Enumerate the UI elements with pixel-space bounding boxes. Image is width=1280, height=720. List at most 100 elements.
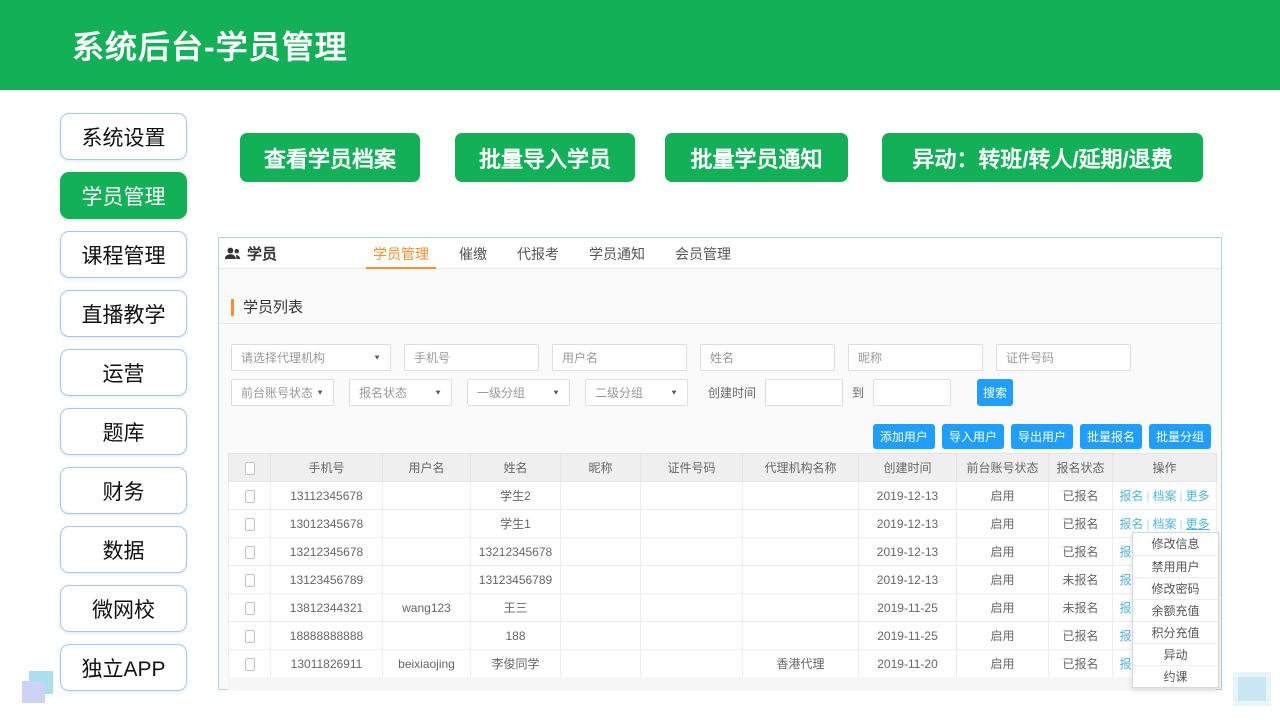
caret-down-icon: ▼ xyxy=(373,354,381,362)
menu-item[interactable]: 禁用用户 xyxy=(1133,555,1218,577)
cell-username: beixiaojing xyxy=(383,650,471,678)
table-footer-strip xyxy=(228,677,1216,691)
checkbox-cell xyxy=(229,482,271,510)
users-icon xyxy=(224,247,241,260)
cell-signup-status: 未报名 xyxy=(1049,566,1113,594)
sidebar-item[interactable]: 运营 xyxy=(60,349,187,396)
link-separator: | xyxy=(1146,517,1149,531)
filter-row-1: 请选择代理机构▼ xyxy=(231,344,1131,371)
filter-input-phone[interactable] xyxy=(404,344,539,371)
row-checkbox[interactable] xyxy=(245,546,255,559)
quick-action-button[interactable]: 批量学员通知 xyxy=(665,133,848,182)
quick-action-button[interactable]: 查看学员档案 xyxy=(240,133,420,182)
page-title: 系统后台-学员管理 xyxy=(72,22,348,68)
sidebar-item[interactable]: 课程管理 xyxy=(60,231,187,278)
row-checkbox[interactable] xyxy=(245,518,255,531)
tab[interactable]: 催缴 xyxy=(444,238,502,269)
action-link-profile[interactable]: 档案 xyxy=(1152,489,1176,503)
checkbox-cell xyxy=(229,510,271,538)
cell-agency xyxy=(743,510,859,538)
action-link-more[interactable]: 更多 xyxy=(1186,517,1210,531)
menu-item[interactable]: 修改信息 xyxy=(1133,533,1218,555)
tab[interactable]: 学员管理 xyxy=(358,238,444,269)
quick-action-button[interactable]: 批量导入学员 xyxy=(455,133,635,182)
cell-name: 李俊同学 xyxy=(471,650,561,678)
cell-username xyxy=(383,538,471,566)
row-checkbox[interactable] xyxy=(245,658,255,671)
date-from-input[interactable] xyxy=(765,379,843,406)
cell-account-status: 启用 xyxy=(957,538,1049,566)
bulk-action-button[interactable]: 导出用户 xyxy=(1011,424,1073,449)
action-link-profile[interactable]: 档案 xyxy=(1152,517,1176,531)
sidebar-item[interactable]: 学员管理 xyxy=(60,172,187,219)
bulk-action-button[interactable]: 添加用户 xyxy=(873,424,935,449)
checkbox-cell xyxy=(229,538,271,566)
filter-input-name[interactable] xyxy=(700,344,835,371)
date-to-input[interactable] xyxy=(873,379,951,406)
menu-item[interactable]: 异动 xyxy=(1133,643,1218,665)
cell-account-status: 启用 xyxy=(957,622,1049,650)
row-checkbox[interactable] xyxy=(245,490,255,503)
sidebar-item[interactable]: 微网校 xyxy=(60,585,187,632)
sidebar-item[interactable]: 直播教学 xyxy=(60,290,187,337)
filter-select-account-status[interactable]: 前台账号状态▼ xyxy=(231,379,334,406)
filter-input-id-number[interactable] xyxy=(996,344,1131,371)
menu-item[interactable]: 修改密码 xyxy=(1133,577,1218,599)
cell-name: 学生1 xyxy=(471,510,561,538)
filter-select-agency[interactable]: 请选择代理机构▼ xyxy=(231,344,391,371)
module-label-text: 学员 xyxy=(247,243,277,264)
filter-input-username[interactable] xyxy=(552,344,687,371)
action-link-signup[interactable]: 报名 xyxy=(1119,489,1143,503)
row-checkbox[interactable] xyxy=(245,602,255,615)
cell-signup-status: 未报名 xyxy=(1049,594,1113,622)
tab[interactable]: 学员通知 xyxy=(574,238,660,269)
cell-created: 2019-12-13 xyxy=(859,538,957,566)
cell-id-number xyxy=(641,622,743,650)
menu-item[interactable]: 积分充值 xyxy=(1133,621,1218,643)
action-link-more[interactable]: 更多 xyxy=(1186,489,1210,503)
cell-created: 2019-12-13 xyxy=(859,510,957,538)
cell-nickname xyxy=(561,622,641,650)
menu-item[interactable]: 余额充值 xyxy=(1133,599,1218,621)
table-row: 13212345678132123456782019-12-13启用已报名报名|… xyxy=(229,538,1217,566)
cell-id-number xyxy=(641,482,743,510)
cell-username: wang123 xyxy=(383,594,471,622)
column-header: 用户名 xyxy=(383,454,471,482)
row-checkbox[interactable] xyxy=(245,574,255,587)
search-button[interactable]: 搜索 xyxy=(977,379,1013,406)
bulk-action-button[interactable]: 批量分组 xyxy=(1149,424,1211,449)
quick-action-button[interactable]: 异动：转班/转人/延期/退费 xyxy=(882,133,1203,182)
table-row: 13112345678学生22019-12-13启用已报名报名|档案|更多 xyxy=(229,482,1217,510)
action-link-signup[interactable]: 报名 xyxy=(1119,517,1143,531)
bulk-action-button[interactable]: 批量报名 xyxy=(1080,424,1142,449)
bulk-action-button[interactable]: 导入用户 xyxy=(942,424,1004,449)
filter-select-signup-status[interactable]: 报名状态▼ xyxy=(349,379,452,406)
checkbox-cell xyxy=(229,594,271,622)
sidebar-item[interactable]: 系统设置 xyxy=(60,113,187,160)
column-header: 昵称 xyxy=(561,454,641,482)
sidebar-item[interactable]: 题库 xyxy=(60,408,187,455)
filter-row2-selects: 前台账号状态▼ 报名状态▼ 一级分组▼ 二级分组▼ xyxy=(231,379,703,406)
tab[interactable]: 代报考 xyxy=(502,238,574,269)
menu-item[interactable]: 约课 xyxy=(1133,665,1218,687)
cell-created: 2019-11-25 xyxy=(859,622,957,650)
cell-account-status: 启用 xyxy=(957,510,1049,538)
filter-select-group-level2[interactable]: 二级分组▼ xyxy=(585,379,688,406)
row-checkbox[interactable] xyxy=(245,630,255,643)
cell-phone: 18888888888 xyxy=(271,622,383,650)
cell-account-status: 启用 xyxy=(957,594,1049,622)
tab[interactable]: 会员管理 xyxy=(660,238,746,269)
sidebar-item[interactable]: 独立APP xyxy=(60,644,187,691)
cell-created: 2019-12-13 xyxy=(859,482,957,510)
table-row: 188888888881882019-11-25启用已报名报名|档案|更多 xyxy=(229,622,1217,650)
cell-name: 学生2 xyxy=(471,482,561,510)
cell-account-status: 启用 xyxy=(957,650,1049,678)
cell-actions: 报名|档案|更多 xyxy=(1113,482,1217,510)
sidebar-item[interactable]: 财务 xyxy=(60,467,187,514)
cell-username xyxy=(383,482,471,510)
select-all-checkbox[interactable] xyxy=(245,462,255,475)
filter-input-nickname[interactable] xyxy=(848,344,983,371)
filter-select-group-level1[interactable]: 一级分组▼ xyxy=(467,379,570,406)
caret-down-icon: ▼ xyxy=(316,389,324,397)
sidebar-item[interactable]: 数据 xyxy=(60,526,187,573)
